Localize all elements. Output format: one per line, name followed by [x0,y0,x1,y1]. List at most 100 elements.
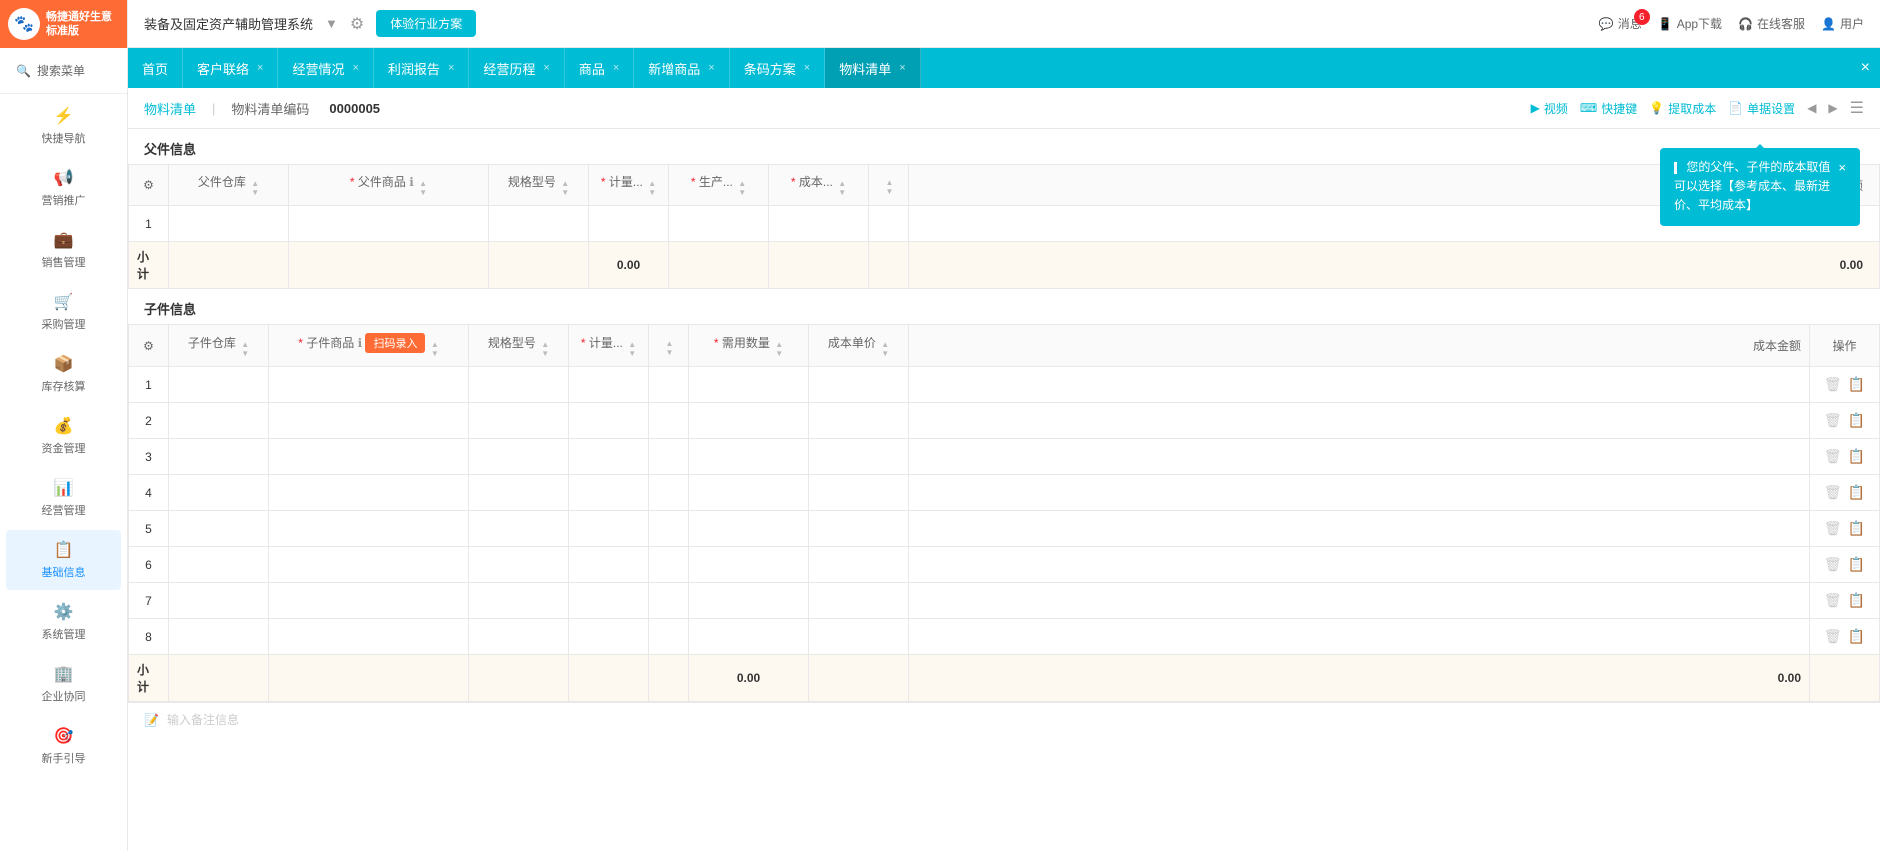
child-row8-goods[interactable] [269,619,469,655]
child-row6-goods[interactable] [269,547,469,583]
copy-row-4-btn[interactable]: 📋 [1848,484,1865,501]
child-row8-warehouse[interactable] [169,619,269,655]
copy-row-6-btn[interactable]: 📋 [1848,556,1865,573]
child-row7-goods[interactable] [269,583,469,619]
child-row3-unit-cost[interactable] [809,439,909,475]
child-row1-unit[interactable] [569,367,649,403]
close-new-goods-tab[interactable]: × [708,62,714,74]
child-row5-unit[interactable] [569,511,649,547]
parent-row1-spec[interactable] [489,206,589,242]
child-col-settings[interactable]: ⚙ [129,325,169,367]
child-row7-unit[interactable] [569,583,649,619]
child-row5-qty[interactable] [689,511,809,547]
child-row1-spec[interactable] [469,367,569,403]
app-download-btn[interactable]: 📱 App下载 [1658,15,1722,32]
delete-row-1-btn[interactable]: 🗑 [1824,376,1842,393]
message-btn[interactable]: 💬 消息 6 [1599,15,1642,32]
extract-cost-btn[interactable]: 💡 提取成本 [1649,100,1716,117]
child-row7-qty[interactable] [689,583,809,619]
scan-input-btn[interactable]: 扫码录入 [365,333,425,353]
child-row4-goods[interactable] [269,475,469,511]
close-profit-report-tab[interactable]: × [448,62,454,74]
delete-row-4-btn[interactable]: 🗑 [1824,484,1842,501]
sidebar-item-basic-info[interactable]: 📋 基础信息 [6,530,121,590]
copy-row-8-btn[interactable]: 📋 [1848,628,1865,645]
parent-col-settings[interactable]: ⚙ [129,165,169,206]
child-row4-unit-cost[interactable] [809,475,909,511]
experience-btn[interactable]: 体验行业方案 [376,10,476,37]
child-row7-unit-cost[interactable] [809,583,909,619]
child-row6-qty[interactable] [689,547,809,583]
copy-row-7-btn[interactable]: 📋 [1848,592,1865,609]
child-row8-spec[interactable] [469,619,569,655]
tab-ops-history[interactable]: 经营历程 × [469,48,564,88]
child-row6-unit-cost[interactable] [809,547,909,583]
sidebar-item-system[interactable]: ⚙️ 系统管理 [6,592,121,652]
child-row7-spec[interactable] [469,583,569,619]
child-row1-warehouse[interactable] [169,367,269,403]
single-settings-btn[interactable]: 📄 单据设置 [1728,100,1795,117]
child-row6-warehouse[interactable] [169,547,269,583]
view-video-btn[interactable]: ▶ 视频 [1531,100,1568,117]
tab-goods[interactable]: 商品 × [565,48,634,88]
child-row5-warehouse[interactable] [169,511,269,547]
sidebar-item-marketing[interactable]: 📢 营销推广 [6,158,121,218]
child-row8-unit-cost[interactable] [809,619,909,655]
child-row8-qty[interactable] [689,619,809,655]
parent-row1-warehouse[interactable] [169,206,289,242]
child-row8-unit[interactable] [569,619,649,655]
child-row5-spec[interactable] [469,511,569,547]
child-row1-qty[interactable] [689,367,809,403]
parent-row1-cost[interactable] [769,206,869,242]
nav-next-btn[interactable]: ▶ [1828,101,1837,115]
sidebar-search[interactable]: 🔍 搜索菜单 [0,48,127,94]
sidebar-item-guide[interactable]: 🎯 新手引导 [6,716,121,776]
online-service-btn[interactable]: 🎧 在线客服 [1738,15,1805,32]
child-row6-spec[interactable] [469,547,569,583]
delete-row-2-btn[interactable]: 🗑 [1824,412,1842,429]
delete-row-5-btn[interactable]: 🗑 [1824,520,1842,537]
dropdown-icon[interactable]: ▼ [325,16,338,31]
close-page-btn[interactable]: × [1851,59,1880,77]
sidebar-item-inventory[interactable]: 📦 库存核算 [6,344,121,404]
child-row4-warehouse[interactable] [169,475,269,511]
child-row2-unit-cost[interactable] [809,403,909,439]
sidebar-item-operations[interactable]: 📊 经营管理 [6,468,121,528]
view-list-btn[interactable]: ☰ [1850,98,1864,118]
child-row3-goods[interactable] [269,439,469,475]
child-row5-unit-cost[interactable] [809,511,909,547]
child-row2-unit[interactable] [569,403,649,439]
child-row2-warehouse[interactable] [169,403,269,439]
tab-operations-status[interactable]: 经营情况 × [278,48,373,88]
close-operations-status-tab[interactable]: × [352,62,358,74]
copy-row-3-btn[interactable]: 📋 [1848,448,1865,465]
tab-customer[interactable]: 客户联络 × [183,48,278,88]
delete-row-3-btn[interactable]: 🗑 [1824,448,1842,465]
tab-barcode[interactable]: 条码方案 × [730,48,825,88]
child-row3-qty[interactable] [689,439,809,475]
close-barcode-tab[interactable]: × [804,62,810,74]
child-row2-qty[interactable] [689,403,809,439]
close-goods-tab[interactable]: × [613,62,619,74]
sidebar-item-sales[interactable]: 💼 销售管理 [6,220,121,280]
child-row4-spec[interactable] [469,475,569,511]
tab-bom-list[interactable]: 物料清单 × [825,48,920,88]
child-row2-spec[interactable] [469,403,569,439]
child-row6-unit[interactable] [569,547,649,583]
user-btn[interactable]: 👤 用户 [1821,15,1864,32]
sidebar-item-purchase[interactable]: 🛒 采购管理 [6,282,121,342]
child-row3-unit[interactable] [569,439,649,475]
child-row2-goods[interactable] [269,403,469,439]
child-row5-goods[interactable] [269,511,469,547]
parent-row1-goods[interactable] [289,206,489,242]
close-bom-tab[interactable]: × [899,62,905,74]
child-row4-qty[interactable] [689,475,809,511]
parent-row1-production[interactable] [669,206,769,242]
copy-row-2-btn[interactable]: 📋 [1848,412,1865,429]
child-row3-spec[interactable] [469,439,569,475]
child-row1-goods[interactable] [269,367,469,403]
close-ops-history-tab[interactable]: × [543,62,549,74]
child-row1-unit-cost[interactable] [809,367,909,403]
copy-row-1-btn[interactable]: 📋 [1848,376,1865,393]
tab-home[interactable]: 首页 [128,48,183,88]
